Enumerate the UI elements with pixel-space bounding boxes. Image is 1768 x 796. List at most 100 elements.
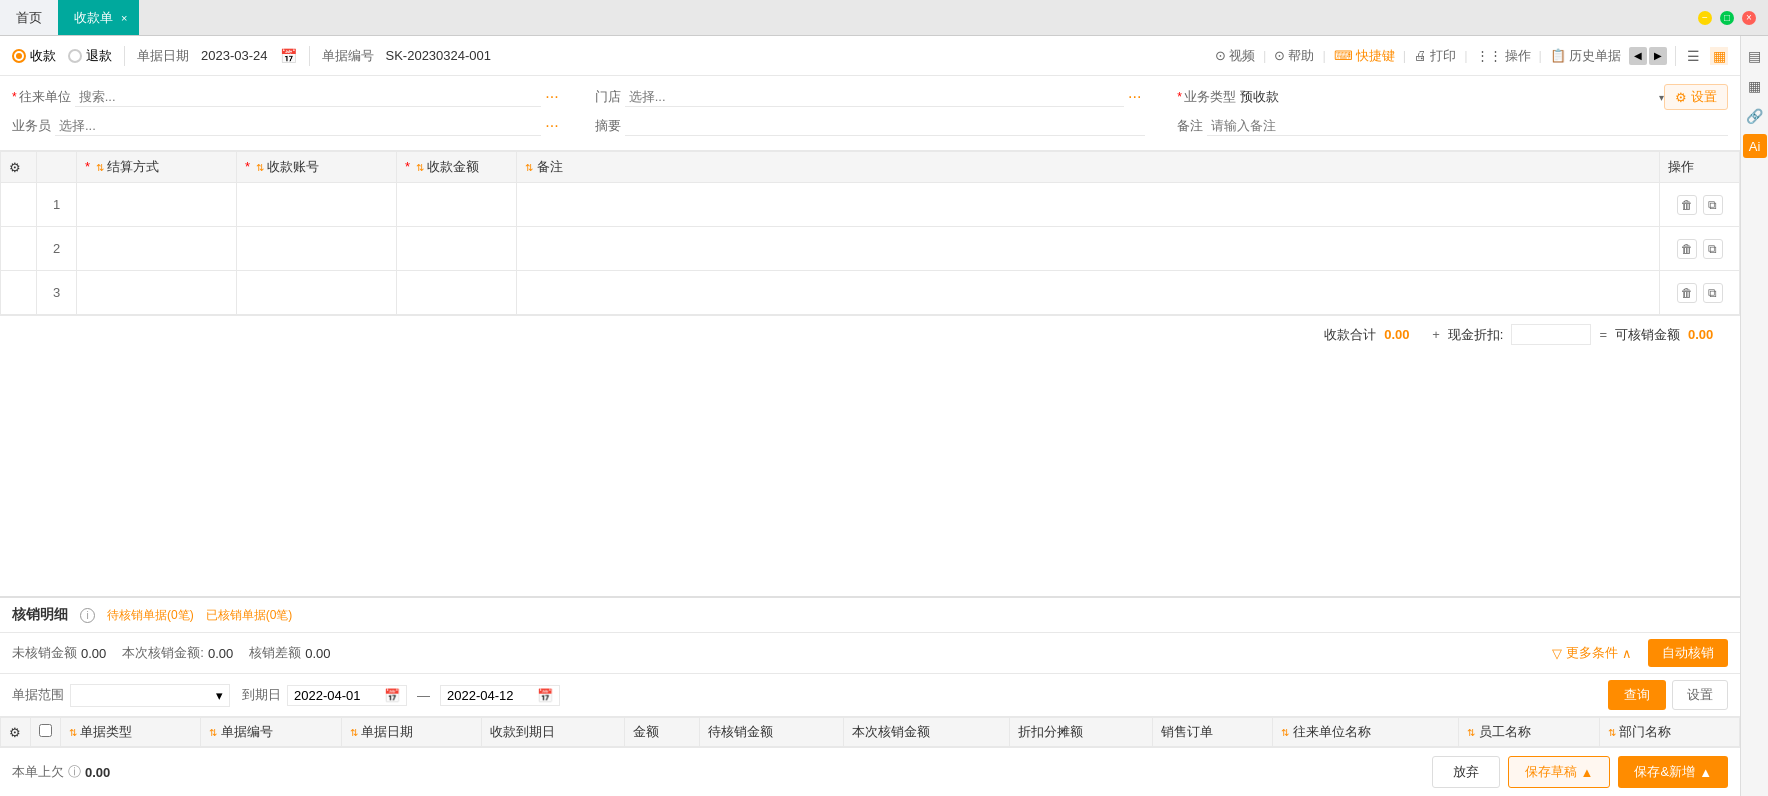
btcol-settings[interactable]: ⚙ (1, 718, 31, 747)
print-button[interactable]: 🖨 打印 (1414, 47, 1456, 65)
col-header-remark[interactable]: ⇅ 备注 (517, 152, 1660, 183)
save-new-button[interactable]: 保存&新增 ▲ (1618, 756, 1728, 788)
auto-hexiao-button[interactable]: 自动核销 (1648, 639, 1728, 667)
row-delete-button-3[interactable]: 🗑 (1677, 283, 1697, 303)
store-more-button[interactable]: ··· (1124, 88, 1145, 106)
remark-input[interactable] (1207, 116, 1728, 136)
btcol-type[interactable]: ⇅ 单据类型 (61, 718, 201, 747)
ops-button[interactable]: ⋮⋮ 操作 (1476, 47, 1531, 65)
store-field-label: 门店 (595, 88, 621, 106)
nav-next-button[interactable]: ▶ (1649, 47, 1667, 65)
btcol-amount[interactable]: 金额 (625, 718, 700, 747)
settings-button[interactable]: ⚙ 设置 (1664, 84, 1728, 110)
col-header-shoukuan[interactable]: * ⇅ 收款账号 (237, 152, 397, 183)
tab-active[interactable]: 收款单 × (58, 0, 139, 35)
table-cell-shoukuan-1[interactable] (237, 183, 397, 227)
table-cell-jiesuan-3[interactable] (77, 271, 237, 315)
history-button[interactable]: 📋 历史单据 (1550, 47, 1621, 65)
filter-settings-button[interactable]: 设置 (1672, 680, 1728, 710)
table-cell-amount-3[interactable] (397, 271, 517, 315)
col-header-settings[interactable]: ⚙ (1, 152, 37, 183)
table-cell-shoukuan-2[interactable] (237, 227, 397, 271)
biztype-value: 预收款 (1240, 88, 1659, 106)
hexiao-info-icon[interactable]: i (80, 608, 95, 623)
table-cell-jiesuan-2[interactable] (77, 227, 237, 271)
tab-home[interactable]: 首页 (0, 0, 58, 35)
window-close-button[interactable]: × (1742, 11, 1756, 25)
tab-home-label: 首页 (16, 9, 42, 27)
btcol-discount[interactable]: 折扣分摊额 (1009, 718, 1152, 747)
store-input[interactable] (625, 87, 1124, 107)
tab-pending[interactable]: 待核销单据(0笔) (107, 607, 194, 624)
btcol-pending[interactable]: 待核销金额 (700, 718, 843, 747)
table-cell-amount-1[interactable] (397, 183, 517, 227)
more-conditions-button[interactable]: ▽ 更多条件 ∧ (1552, 644, 1632, 662)
btcol-store[interactable]: ⇅ 部门名称 (1599, 718, 1739, 747)
toolbar: 收款 退款 单据日期 2023-03-24 📅 单据编号 SK-20230324… (0, 36, 1740, 76)
btcol-sales-order[interactable]: 销售订单 (1152, 718, 1273, 747)
video-button[interactable]: ⊙ 视频 (1215, 47, 1255, 65)
tab-close-icon[interactable]: × (121, 12, 127, 24)
row-copy-button-1[interactable]: ⧉ (1703, 195, 1723, 215)
btcol-discount-label: 折扣分摊额 (1018, 724, 1083, 739)
btcol-checkbox[interactable] (31, 718, 61, 747)
sidebar-table-icon[interactable]: ▤ (1743, 44, 1767, 68)
staff-input[interactable] (55, 116, 541, 136)
nav-prev-button[interactable]: ◀ (1629, 47, 1647, 65)
row-delete-button-2[interactable]: 🗑 (1677, 239, 1697, 259)
row-copy-button-2[interactable]: ⧉ (1703, 239, 1723, 259)
abandon-button[interactable]: 放弃 (1432, 756, 1500, 788)
select-all-checkbox[interactable] (39, 724, 52, 737)
footer-bill-label: 本单上欠 (12, 763, 64, 781)
date-from-calendar-icon[interactable]: 📅 (384, 688, 400, 703)
sidebar-grid-icon[interactable]: ▦ (1743, 74, 1767, 98)
date-calendar-icon[interactable]: 📅 (280, 48, 297, 64)
shortcut-button[interactable]: ⌨ 快捷键 (1334, 47, 1395, 65)
btcol-current[interactable]: 本次核销金额 (843, 718, 1009, 747)
query-button[interactable]: 查询 (1608, 680, 1666, 710)
row-copy-button-3[interactable]: ⧉ (1703, 283, 1723, 303)
col-header-amount[interactable]: * ⇅ 收款金额 (397, 152, 517, 183)
table-cell-remark-2[interactable] (517, 227, 1660, 271)
cash-discount-label: 现金折扣: (1448, 326, 1504, 344)
layout-list-button[interactable]: ☰ (1684, 47, 1702, 65)
table-cell-remark-1[interactable] (517, 183, 1660, 227)
sidebar-link-icon[interactable]: 🔗 (1743, 104, 1767, 128)
col-header-jiesuan[interactable]: * ⇅ 结算方式 (77, 152, 237, 183)
cash-discount-input[interactable] (1511, 324, 1591, 345)
layout-grid-button[interactable]: ▦ (1710, 47, 1728, 65)
btcol-date[interactable]: ⇅ 单据日期 (341, 718, 481, 747)
window-maximize-button[interactable]: □ (1720, 11, 1734, 25)
table-cell-remark-3[interactable] (517, 271, 1660, 315)
row-delete-button-1[interactable]: 🗑 (1677, 195, 1697, 215)
staff-more-button[interactable]: ··· (541, 117, 562, 135)
table-cell-amount-2[interactable] (397, 227, 517, 271)
save-draft-label: 保存草稿 (1525, 763, 1577, 781)
summary-eq: = (1599, 327, 1607, 342)
biztype-required-star: * (1177, 90, 1182, 104)
col-shoukuan-label: 收款账号 (267, 159, 319, 174)
radio-shoukuan[interactable]: 收款 (12, 47, 56, 65)
save-draft-button[interactable]: 保存草稿 ▲ (1508, 756, 1611, 788)
sidebar-ai-icon[interactable]: Ai (1743, 134, 1767, 158)
date-to-calendar-icon[interactable]: 📅 (537, 688, 553, 703)
btcol-number[interactable]: ⇅ 单据编号 (201, 718, 341, 747)
abstract-input[interactable] (625, 116, 1146, 136)
table-cell-jiesuan-1[interactable] (77, 183, 237, 227)
date-to-input[interactable] (447, 688, 537, 703)
table-cell-shoukuan-3[interactable] (237, 271, 397, 315)
btcol-staff[interactable]: ⇅ 员工名称 (1459, 718, 1599, 747)
tab-done[interactable]: 已核销单据(0笔) (206, 607, 293, 624)
date-from-input[interactable] (294, 688, 384, 703)
radio-tuikuan[interactable]: 退款 (68, 47, 112, 65)
btcol-partner[interactable]: ⇅ 往来单位名称 (1273, 718, 1459, 747)
settings-icon: ⚙ (9, 160, 21, 175)
footer-info-icon[interactable]: ⓘ (68, 763, 81, 781)
partner-more-button[interactable]: ··· (541, 88, 562, 106)
btcol-due[interactable]: 收款到期日 (482, 718, 625, 747)
table-cell-num-3: 3 (37, 271, 77, 315)
partner-input[interactable] (75, 87, 542, 107)
help-button[interactable]: ⊙ 帮助 (1274, 47, 1314, 65)
range-filter-select[interactable]: ▾ (70, 684, 230, 707)
window-minimize-button[interactable]: − (1698, 11, 1712, 25)
